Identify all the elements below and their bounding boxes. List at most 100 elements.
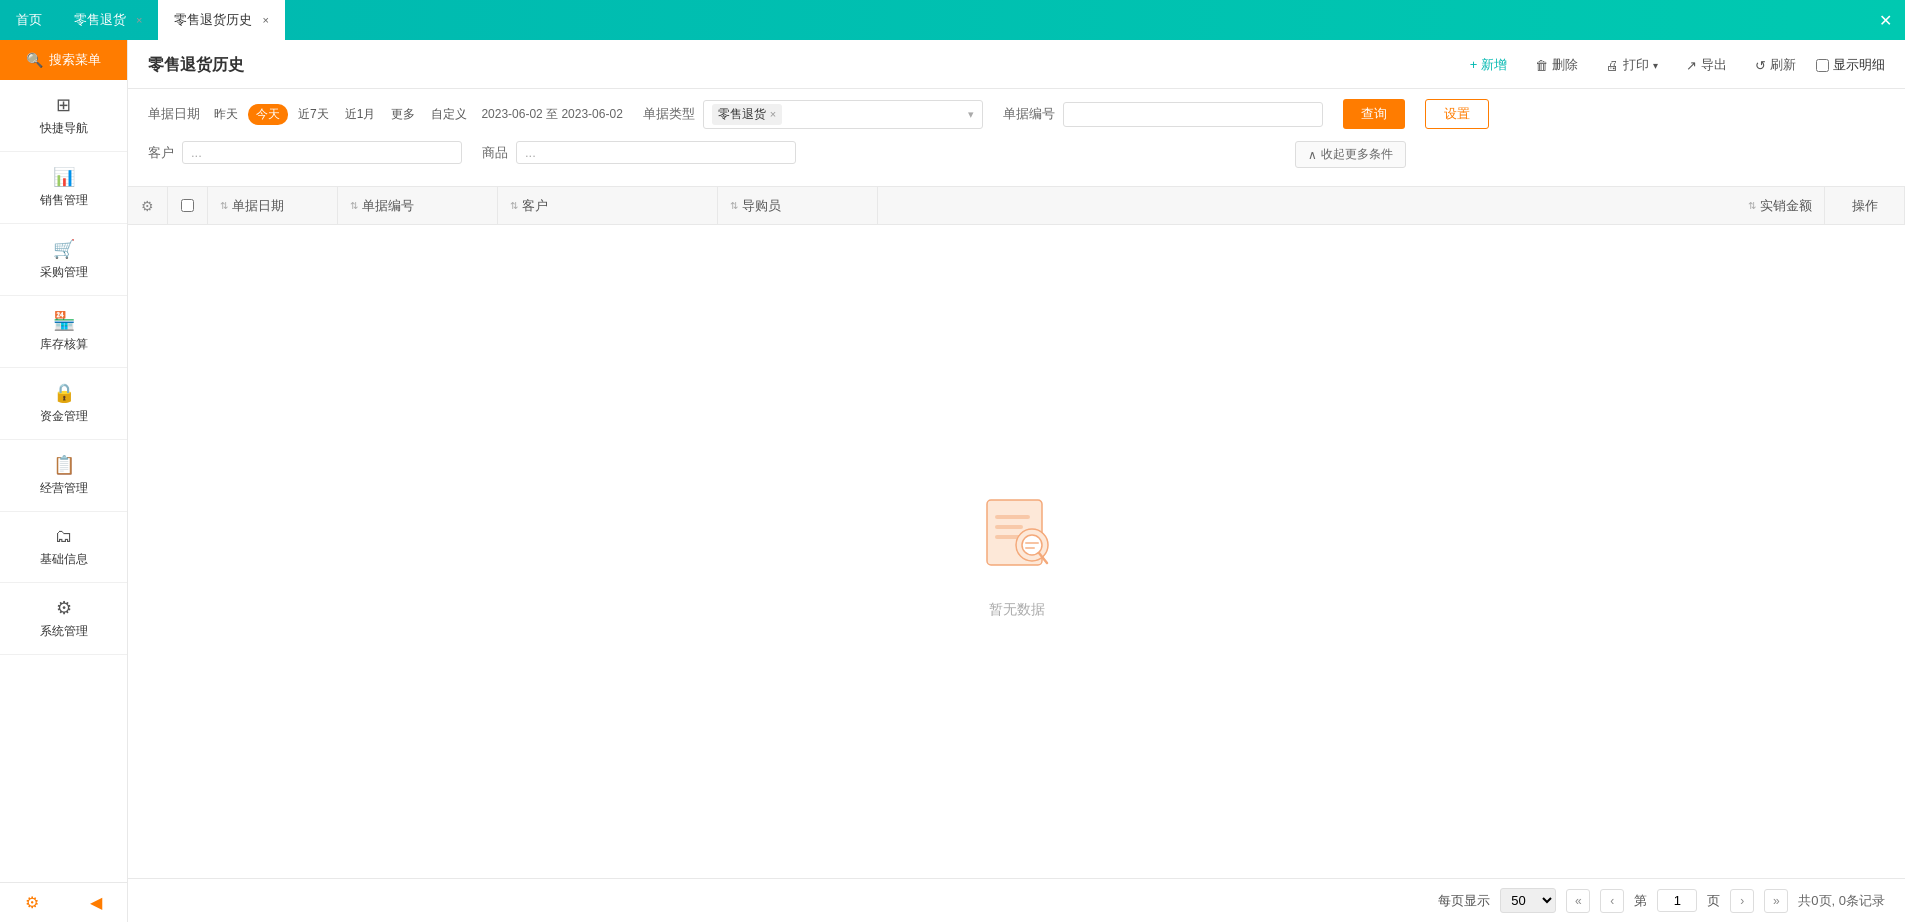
delete-icon: 🗑: [1535, 58, 1548, 73]
customer-select[interactable]: ...: [182, 141, 462, 164]
sidebar-nav: ⊞ 快捷导航 📊 销售管理 🛒 采购管理 🏪 库存核算 🔒 资金管理 📋: [0, 80, 127, 882]
tab-retail-return[interactable]: 零售退货 ×: [58, 0, 158, 40]
sidebar-item-sales-mgmt[interactable]: 📊 销售管理: [0, 152, 127, 224]
date-btn-today[interactable]: 今天: [248, 104, 288, 125]
date-btn-yesterday[interactable]: 昨天: [208, 104, 244, 125]
per-page-select[interactable]: 50 10 20 100: [1500, 888, 1556, 913]
sidebar-item-ops-label: 经营管理: [40, 480, 88, 497]
th-date: ⇅ 单据日期: [208, 187, 338, 224]
sidebar: 🔍 搜索菜单 ⊞ 快捷导航 📊 销售管理 🛒 采购管理 🏪 库存核算 🔒: [0, 40, 128, 922]
sidebar-item-basic-info[interactable]: 🗂 基础信息: [0, 512, 127, 583]
th-checkbox[interactable]: [168, 187, 208, 224]
sidebar-item-sales-label: 销售管理: [40, 192, 88, 209]
window-close-button[interactable]: ✕: [1865, 0, 1905, 40]
doc-no-filter-group: 单据编号: [1003, 102, 1323, 127]
basic-info-icon: 🗂: [55, 526, 73, 547]
next-page-button[interactable]: ›: [1730, 889, 1754, 913]
last-page-icon: »: [1773, 894, 1780, 908]
tab-retail-return-history-label: 零售退货历史: [174, 11, 252, 29]
filter-row-1: 单据日期 昨天 今天 近7天 近1月 更多 自定义 2023-06-02 至 2…: [148, 99, 1885, 129]
collapse-label: 收起更多条件: [1321, 146, 1393, 163]
settings-bottom-icon[interactable]: ⚙: [25, 893, 39, 912]
th-settings: ⚙: [128, 187, 168, 224]
print-chevron-icon: ▾: [1653, 60, 1658, 71]
sidebar-item-sys-label: 系统管理: [40, 623, 88, 640]
sort-date-icon[interactable]: ⇅: [220, 200, 228, 211]
content-area: 零售退货历史 + 新增 🗑 删除 🖨 打印 ▾ ↗: [128, 40, 1905, 922]
page-number-input[interactable]: [1657, 889, 1697, 912]
doc-type-chevron-icon: ▾: [968, 108, 974, 121]
svg-rect-9: [1025, 547, 1035, 549]
new-button[interactable]: + 新增: [1462, 52, 1515, 78]
date-buttons: 昨天 今天 近7天 近1月 更多 自定义: [208, 104, 473, 125]
tab-retail-return-history-close[interactable]: ×: [262, 14, 268, 26]
print-label: 打印: [1623, 56, 1649, 74]
doc-type-select[interactable]: 零售退货 × ▾: [703, 100, 983, 129]
th-no: ⇅ 单据编号: [338, 187, 498, 224]
delete-button[interactable]: 🗑 删除: [1527, 52, 1586, 78]
doc-type-tag-value: 零售退货: [718, 106, 766, 123]
settings-button[interactable]: 设置: [1425, 99, 1489, 129]
sort-amount-icon[interactable]: ⇅: [1748, 200, 1756, 211]
sort-customer-icon[interactable]: ⇅: [510, 200, 518, 211]
th-amount-label: 实销金额: [1760, 197, 1812, 215]
date-btn-last1m[interactable]: 近1月: [339, 104, 382, 125]
show-detail-label: 显示明细: [1833, 56, 1885, 74]
collapse-sidebar-icon[interactable]: ◀: [90, 893, 102, 912]
svg-rect-3: [995, 525, 1023, 529]
export-button[interactable]: ↗ 导出: [1678, 52, 1735, 78]
sidebar-item-quick-nav-label: 快捷导航: [40, 120, 88, 137]
date-filter-label: 单据日期: [148, 105, 200, 123]
date-filter-group: 单据日期 昨天 今天 近7天 近1月 更多 自定义 2023-06-02 至 2…: [148, 104, 623, 125]
last-page-button[interactable]: »: [1764, 889, 1788, 913]
print-button[interactable]: 🖨 打印 ▾: [1598, 52, 1666, 78]
export-icon: ↗: [1686, 58, 1697, 73]
pagination-bar: 每页显示 50 10 20 100 « ‹ 第 页 › » 共0页, 0条记录: [128, 878, 1905, 922]
date-btn-more[interactable]: 更多: [385, 104, 421, 125]
inventory-icon: 🏪: [53, 310, 75, 332]
doc-type-filter-group: 单据类型 零售退货 × ▾: [643, 100, 983, 129]
sidebar-bottom: ⚙ ◀: [0, 882, 127, 922]
empty-illustration: [967, 485, 1067, 585]
table-settings-icon[interactable]: ⚙: [141, 198, 154, 214]
sidebar-search[interactable]: 🔍 搜索菜单: [0, 40, 127, 80]
sidebar-item-purchase-mgmt[interactable]: 🛒 采购管理: [0, 224, 127, 296]
sidebar-item-ops-mgmt[interactable]: 📋 经营管理: [0, 440, 127, 512]
tab-retail-return-close[interactable]: ×: [136, 14, 142, 26]
show-detail-checkbox-group: 显示明细: [1816, 56, 1885, 74]
goods-filter-label: 商品: [482, 144, 508, 162]
doc-no-input[interactable]: [1063, 102, 1323, 127]
customer-filter-label: 客户: [148, 144, 174, 162]
sys-mgmt-icon: ⚙: [56, 597, 72, 619]
select-all-checkbox[interactable]: [181, 199, 194, 212]
export-label: 导出: [1701, 56, 1727, 74]
sidebar-item-inventory-calc[interactable]: 🏪 库存核算: [0, 296, 127, 368]
new-label: + 新增: [1470, 56, 1507, 74]
sidebar-item-sys-mgmt[interactable]: ⚙ 系统管理: [0, 583, 127, 655]
tab-home-label: 首页: [16, 11, 42, 29]
collapse-more-conditions-button[interactable]: ∧ 收起更多条件: [1295, 141, 1406, 168]
date-btn-custom[interactable]: 自定义: [425, 104, 473, 125]
query-button[interactable]: 查询: [1343, 99, 1405, 129]
prev-page-button[interactable]: ‹: [1600, 889, 1624, 913]
refresh-button[interactable]: ↺ 刷新: [1747, 52, 1804, 78]
th-customer-label: 客户: [522, 197, 548, 215]
date-btn-last7[interactable]: 近7天: [292, 104, 335, 125]
doc-type-tag-close[interactable]: ×: [770, 108, 776, 120]
first-page-button[interactable]: «: [1566, 889, 1590, 913]
sidebar-item-quick-nav[interactable]: ⊞ 快捷导航: [0, 80, 127, 152]
finance-icon: 🔒: [53, 382, 75, 404]
empty-text: 暂无数据: [989, 601, 1045, 619]
main-layout: 🔍 搜索菜单 ⊞ 快捷导航 📊 销售管理 🛒 采购管理 🏪 库存核算 🔒: [0, 40, 1905, 922]
goods-select[interactable]: ...: [516, 141, 796, 164]
table-header: ⚙ ⇅ 单据日期 ⇅ 单据编号 ⇅ 客户 ⇅: [128, 187, 1905, 225]
th-guide: ⇅ 导购员: [718, 187, 878, 224]
sort-no-icon[interactable]: ⇅: [350, 200, 358, 211]
show-detail-checkbox[interactable]: [1816, 59, 1829, 72]
sort-guide-icon[interactable]: ⇅: [730, 200, 738, 211]
delete-label: 删除: [1552, 56, 1578, 74]
tab-home[interactable]: 首页: [0, 0, 58, 40]
tab-retail-return-history[interactable]: 零售退货历史 ×: [158, 0, 284, 40]
sidebar-item-finance-mgmt[interactable]: 🔒 资金管理: [0, 368, 127, 440]
print-icon: 🖨: [1606, 58, 1619, 73]
